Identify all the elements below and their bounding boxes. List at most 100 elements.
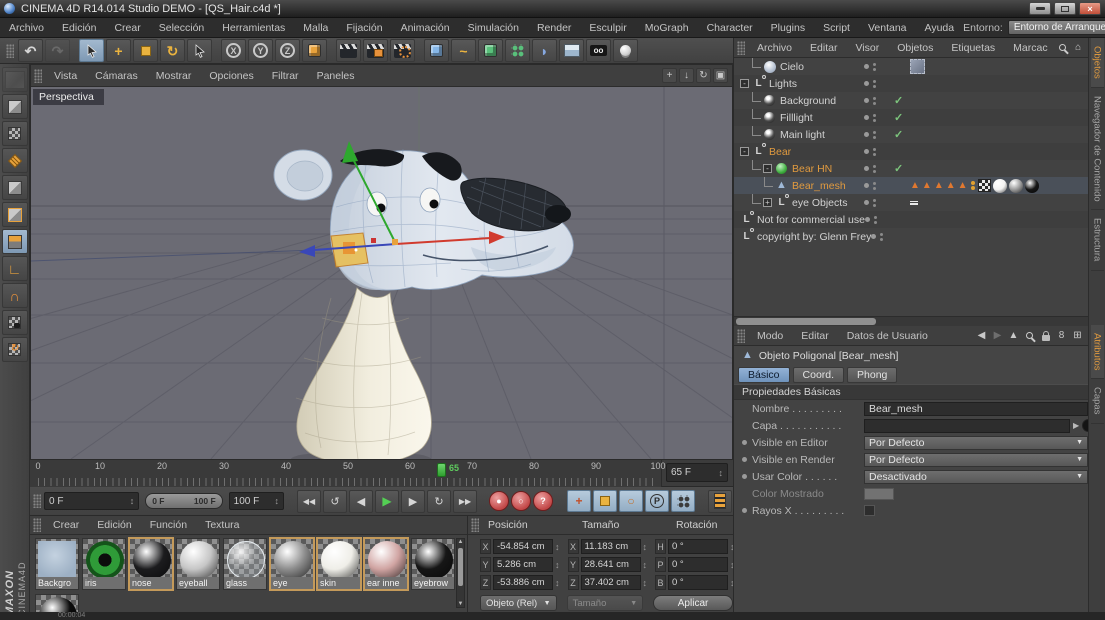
menu-plugins[interactable]: Plugins	[762, 18, 814, 38]
tree-row-not-for-commercial-use[interactable]: LNot for commercial use	[734, 211, 1088, 228]
viewport-menu-c-maras[interactable]: Cámaras	[86, 66, 147, 86]
dropdown-usar-color[interactable]: Desactivado▼	[864, 470, 1088, 484]
texture-mode-button[interactable]	[2, 121, 28, 146]
viewport-menu-opciones[interactable]: Opciones	[200, 66, 262, 86]
menu-fijaci-n[interactable]: Fijación	[337, 18, 391, 38]
vertical-tab-estructura[interactable]: Estructura	[1091, 210, 1104, 270]
material-backgro[interactable]: Backgro	[35, 538, 79, 590]
coord-value-field[interactable]: 5.286 cm	[493, 557, 553, 572]
am-menu-datos-de-usuario[interactable]: Datos de Usuario	[838, 326, 937, 346]
visibility-dots[interactable]	[865, 216, 895, 224]
material-nose[interactable]: nose	[129, 538, 173, 590]
up-icon[interactable]: ▲	[1008, 330, 1019, 341]
spinner-icon[interactable]: ↕	[643, 542, 648, 552]
transport-grip[interactable]	[33, 494, 41, 508]
layer-dot-icon[interactable]	[864, 81, 869, 86]
prev-key-button[interactable]: ↺	[323, 490, 347, 513]
coord-value-field[interactable]: 37.402 cm	[581, 575, 641, 590]
tree-row-eye-objects[interactable]: +Leye Objects	[734, 194, 1088, 211]
key-pla-toggle[interactable]	[671, 490, 695, 512]
layer-dot-icon[interactable]	[864, 200, 869, 205]
current-frame-field[interactable]: 65 F ↕	[666, 463, 728, 482]
coord-mode-dropdown[interactable]: Objeto (Rel) ▼	[480, 595, 557, 611]
materials-grip[interactable]	[33, 518, 41, 532]
search-icon[interactable]	[1024, 332, 1035, 339]
layer-dot-icon[interactable]	[864, 132, 869, 137]
add-modifier-button[interactable]	[505, 39, 530, 62]
lock-icon[interactable]	[1040, 331, 1051, 341]
coord-value-field[interactable]: 0 °	[668, 539, 728, 554]
animation-dot-icon[interactable]	[742, 508, 747, 513]
tab-phong[interactable]: Phong	[847, 367, 897, 383]
selection-tag-icon[interactable]: ▲	[910, 181, 920, 191]
back-icon[interactable]: ◀	[976, 330, 987, 341]
collapse-icon[interactable]: -	[740, 79, 749, 88]
live-selection-tool[interactable]	[79, 39, 104, 62]
add-camera-button[interactable]: oo	[586, 39, 611, 62]
coord-value-field[interactable]: -53.886 cm	[493, 575, 553, 590]
tree-row-lights[interactable]: -LLights	[734, 75, 1088, 92]
layer-dot-icon[interactable]	[864, 166, 869, 171]
undo-icon[interactable]: ↶	[18, 39, 43, 62]
toolbar-grip[interactable]	[6, 44, 14, 58]
tab-b-sico[interactable]: Básico	[738, 367, 790, 383]
viewport-menu-paneles[interactable]: Paneles	[308, 66, 364, 86]
materials-menu-textura[interactable]: Textura	[196, 515, 248, 535]
points-mode-button[interactable]	[2, 175, 28, 200]
selection-tag-icon[interactable]: ▲	[934, 181, 944, 191]
spinner-icon[interactable]: ↕	[555, 560, 560, 570]
selection-tag-icon[interactable]: ▲	[922, 181, 932, 191]
collapse-icon[interactable]: -	[763, 164, 772, 173]
coord-value-field[interactable]: 11.183 cm	[581, 539, 641, 554]
perspective-view-label[interactable]: Perspectiva	[33, 89, 104, 105]
coord-value-field[interactable]: 0 °	[668, 557, 728, 572]
enabled-check[interactable]: ✓	[894, 162, 910, 175]
om-menu-archivo[interactable]: Archivo	[748, 38, 801, 58]
rotate-view-icon[interactable]: ↻	[696, 68, 711, 83]
prev-frame-button[interactable]: ◀	[349, 490, 373, 513]
dropdown-visible-en-render[interactable]: Por Defecto▼	[864, 453, 1088, 467]
spinner-icon[interactable]: ↕	[555, 542, 560, 552]
viewport-menu-vista[interactable]: Vista	[45, 66, 86, 86]
redo-icon[interactable]: ↷	[45, 39, 70, 62]
visibility-dots[interactable]	[864, 97, 894, 105]
vertical-tab-objetos[interactable]: Objetos	[1091, 38, 1104, 88]
om-menu-marcac[interactable]: Marcac	[1004, 38, 1056, 58]
tab-coord[interactable]: Coord.	[793, 367, 845, 383]
material-eye[interactable]: eye	[270, 538, 314, 590]
spinner-icon[interactable]: ↕	[643, 578, 648, 588]
tree-row-main-light[interactable]: Main light✓	[734, 126, 1088, 143]
add-primitive-button[interactable]	[424, 39, 449, 62]
move-tool[interactable]: +	[106, 39, 131, 62]
key-parameter-toggle[interactable]: P	[645, 490, 669, 512]
menu-esculpir[interactable]: Esculpir	[580, 18, 635, 38]
frame-range-slider[interactable]: 0 F 100 F	[145, 493, 222, 509]
menu-malla[interactable]: Malla	[294, 18, 337, 38]
goto-start-button[interactable]: ◀◀	[297, 490, 321, 513]
material-ear-inne[interactable]: ear inne	[364, 538, 408, 590]
forward-icon[interactable]: ▶	[992, 330, 1003, 341]
render-picture-viewer-button[interactable]	[363, 39, 388, 62]
tree-row-filllight[interactable]: Filllight✓	[734, 109, 1088, 126]
next-key-button[interactable]: ↻	[427, 490, 451, 513]
spinner-icon[interactable]: ↕	[719, 468, 724, 478]
coord-value-field[interactable]: 0 °	[668, 575, 728, 590]
tag-dots-icon[interactable]	[971, 181, 975, 190]
add-deformer-button[interactable]: ◗	[532, 39, 557, 62]
am-menu-modo[interactable]: Modo	[748, 326, 792, 346]
viewport-canvas[interactable]: Perspectiva	[31, 87, 732, 459]
toggle-view-icon[interactable]: ▣	[713, 68, 728, 83]
material-eyebrow[interactable]: eyebrow	[411, 538, 455, 590]
menu-simulaci-n[interactable]: Simulación	[459, 18, 528, 38]
record-options-button[interactable]: ○	[511, 491, 531, 511]
om-menu-etiquetas[interactable]: Etiquetas	[942, 38, 1004, 58]
add-environment-button[interactable]	[559, 39, 584, 62]
animation-dot-icon[interactable]	[742, 474, 747, 479]
enabled-check[interactable]: ✓	[894, 111, 910, 124]
add-generator-button[interactable]	[478, 39, 503, 62]
layer-field[interactable]	[864, 419, 1070, 433]
compositing-tag-icon[interactable]	[910, 201, 918, 205]
apply-button[interactable]: Aplicar	[653, 595, 733, 611]
menu-archivo[interactable]: Archivo	[0, 18, 53, 38]
tree-row-cielo[interactable]: Cielo	[734, 58, 1088, 75]
